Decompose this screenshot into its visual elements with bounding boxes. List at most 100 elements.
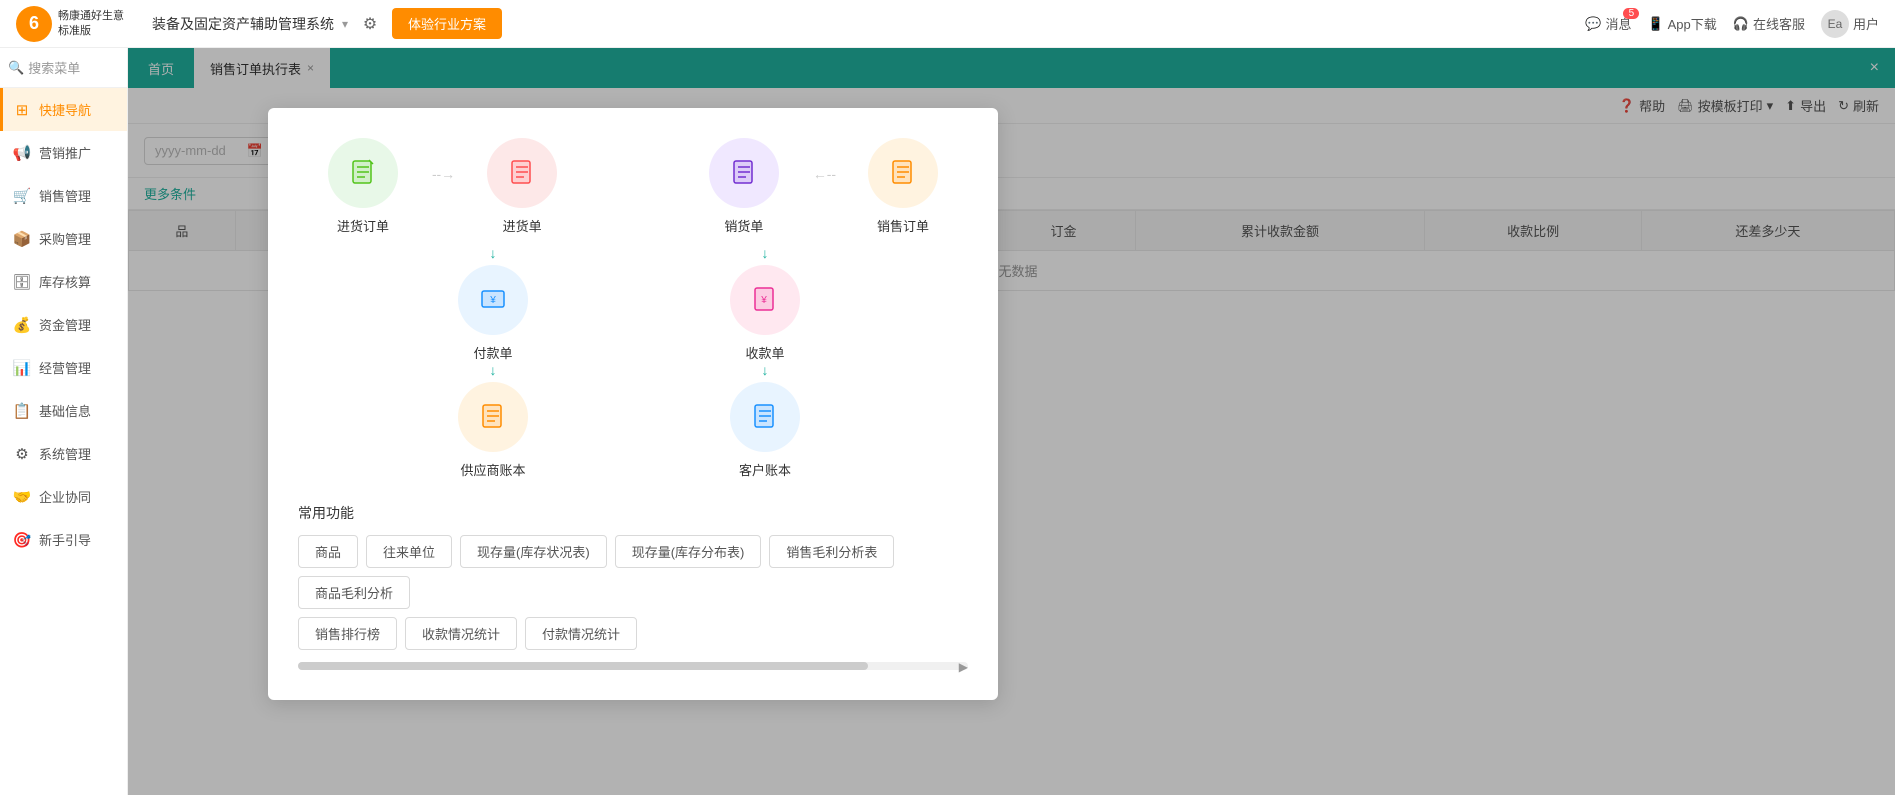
common-btns-row1: 商品 往来单位 现存量(库存状况表) 现存量(库存分布表) 销售毛利分析表 商品… xyxy=(298,535,968,609)
flow-row-3-outer: ↓ 供应商账本 ↓ xyxy=(298,362,968,479)
common-functions-section: 常用功能 商品 往来单位 现存量(库存状况表) 现存量(库存分布表) 销售毛利分… xyxy=(298,503,968,650)
message-item[interactable]: 💬 消息 5 xyxy=(1585,14,1631,33)
supplier-ledger-label: 供应商账本 xyxy=(460,460,525,479)
sidebar-item-system[interactable]: ⚙ 系统管理 xyxy=(0,432,127,475)
supplier-ledger-node[interactable]: 供应商账本 xyxy=(428,382,558,479)
svg-text:¥: ¥ xyxy=(489,295,496,306)
purchase-receipt-circle xyxy=(487,138,557,208)
flow-col-payment: ↓ ¥ 付款单 xyxy=(428,245,558,362)
sales-order-node[interactable]: 销售订单 xyxy=(838,138,968,235)
common-btn-sales-rank[interactable]: 销售排行榜 xyxy=(298,617,397,650)
user-item[interactable]: Ea 用户 xyxy=(1821,10,1879,38)
modal-scrollbar[interactable]: ▶ xyxy=(298,662,968,670)
operation-icon: 📊 xyxy=(13,359,31,377)
system-name: 装备及固定资产辅助管理系统 xyxy=(152,14,334,34)
sales-invoice-node[interactable]: 销货单 xyxy=(679,138,809,235)
sidebar-item-operation[interactable]: 📊 经营管理 xyxy=(0,346,127,389)
purchase-receipt-label: 进货单 xyxy=(503,216,542,235)
customer-ledger-label: 客户账本 xyxy=(739,460,791,479)
logo-area: 6 畅康通好生意 标准版 xyxy=(16,6,144,42)
common-btn-partner[interactable]: 往来单位 xyxy=(366,535,452,568)
newbie-icon: 🎯 xyxy=(13,531,31,549)
sidebar-item-purchase[interactable]: 📦 采购管理 xyxy=(0,217,127,260)
common-btn-receipt-stats[interactable]: 收款情况统计 xyxy=(405,617,517,650)
sidebar-item-quick-nav[interactable]: ⊞ 快捷导航 xyxy=(0,88,127,131)
common-btn-payment-stats[interactable]: 付款情况统计 xyxy=(525,617,637,650)
flow-section: 进货订单 - - → 进货单 xyxy=(298,138,968,479)
purchase-receipt-node[interactable]: 进货单 xyxy=(457,138,587,235)
sidebar-item-enterprise[interactable]: 🤝 企业协同 xyxy=(0,475,127,518)
flow-col-sales-invoice: 销货单 xyxy=(679,138,809,235)
enterprise-icon: 🤝 xyxy=(13,488,31,506)
common-functions-title: 常用功能 xyxy=(298,503,968,523)
quick-nav-modal: 进货订单 - - → 进货单 xyxy=(268,108,998,700)
flow-col-purchase-order: 进货订单 xyxy=(298,138,428,235)
app-download-item[interactable]: 📱 App下载 xyxy=(1647,14,1716,33)
basic-info-icon: 📋 xyxy=(13,402,31,420)
sidebar-search[interactable]: 🔍 搜索菜单 xyxy=(0,48,127,88)
customer-ledger-node[interactable]: 客户账本 xyxy=(700,382,830,479)
svg-text:¥: ¥ xyxy=(760,295,767,306)
top-bar: 6 畅康通好生意 标准版 装备及固定资产辅助管理系统 ▾ ⚙ 体验行业方案 💬 … xyxy=(0,0,1895,48)
system-arrow-icon[interactable]: ▾ xyxy=(342,17,348,31)
quick-nav-icon: ⊞ xyxy=(13,101,31,119)
flow-row-1: 进货订单 - - → 进货单 xyxy=(298,138,968,235)
logo-text: 畅康通好生意 标准版 xyxy=(58,9,124,38)
customer-ledger-circle xyxy=(730,382,800,452)
sidebar-item-basic-info[interactable]: 📋 基础信息 xyxy=(0,389,127,432)
flow-col-customer-ledger: ↓ 客户账本 xyxy=(700,362,830,479)
sidebar-item-inventory[interactable]: 🗄 库存核算 xyxy=(0,260,127,303)
sidebar: 🔍 搜索菜单 ⊞ 快捷导航 📢 营销推广 🛒 销售管理 📦 采购管理 xyxy=(0,48,128,795)
sales-invoice-label: 销货单 xyxy=(724,216,763,235)
scroll-right-icon[interactable]: ▶ xyxy=(959,660,968,674)
purchase-order-label: 进货订单 xyxy=(337,216,389,235)
content-area: 首页 销售订单执行表 × × ❓ 帮助 🖨 按模板打印 ▾ xyxy=(128,48,1895,795)
modal-overlay[interactable]: 进货订单 - - → 进货单 xyxy=(128,48,1895,795)
arrow-sales-order-to-invoice: ← - - xyxy=(813,166,834,182)
flow-col-purchase-receipt: 进货单 xyxy=(457,138,587,235)
sales-order-circle xyxy=(868,138,938,208)
top-bar-right: 💬 消息 5 📱 App下载 🎧 在线客服 Ea 用户 xyxy=(1585,10,1879,38)
flow-col-sales-order: 销售订单 xyxy=(838,138,968,235)
message-badge: 5 xyxy=(1623,8,1639,19)
experience-button[interactable]: 体验行业方案 xyxy=(392,8,502,39)
online-service-item[interactable]: 🎧 在线客服 xyxy=(1733,14,1805,33)
sidebar-item-finance[interactable]: 💰 资金管理 xyxy=(0,303,127,346)
scrollbar-thumb xyxy=(298,662,868,670)
receipt-slip-circle: ¥ xyxy=(730,265,800,335)
down-arrow-supplier: ↓ xyxy=(490,362,497,378)
receipt-slip-label: 收款单 xyxy=(745,343,784,362)
sales-icon: 🛒 xyxy=(13,187,31,205)
system-icon: ⚙ xyxy=(13,445,31,463)
payment-slip-circle: ¥ xyxy=(458,265,528,335)
sidebar-item-newbie[interactable]: 🎯 新手引导 xyxy=(0,518,127,561)
sidebar-item-sales[interactable]: 🛒 销售管理 xyxy=(0,174,127,217)
receipt-slip-node[interactable]: ¥ 收款单 xyxy=(700,265,830,362)
payment-slip-label: 付款单 xyxy=(473,343,512,362)
purchase-icon: 📦 xyxy=(13,230,31,248)
payment-slip-node[interactable]: ¥ 付款单 xyxy=(428,265,558,362)
purchase-order-node[interactable]: 进货订单 xyxy=(298,138,428,235)
common-btn-goods-gross[interactable]: 商品毛利分析 xyxy=(298,576,410,609)
common-btns-row2: 销售排行榜 收款情况统计 付款情况统计 xyxy=(298,617,968,650)
flow-col-supplier-ledger: ↓ 供应商账本 xyxy=(428,362,558,479)
sales-invoice-circle xyxy=(709,138,779,208)
supplier-ledger-circle xyxy=(458,382,528,452)
sidebar-item-marketing[interactable]: 📢 营销推广 xyxy=(0,131,127,174)
finance-icon: 💰 xyxy=(13,316,31,334)
common-btn-goods[interactable]: 商品 xyxy=(298,535,358,568)
arrow-purchase-to-receipt: - - → xyxy=(432,166,453,182)
app-download-icon: 📱 xyxy=(1647,16,1663,32)
flow-row-2-outer: ↓ ¥ 付款单 xyxy=(298,245,968,362)
common-btn-stock-status[interactable]: 现存量(库存状况表) xyxy=(460,535,607,568)
down-arrow-receipt: ↓ xyxy=(762,245,769,261)
common-btn-stock-dist[interactable]: 现存量(库存分布表) xyxy=(615,535,762,568)
avatar: Ea xyxy=(1821,10,1849,38)
inventory-icon: 🗄 xyxy=(13,273,31,291)
gear-icon[interactable]: ⚙ xyxy=(356,10,384,38)
main-area: 🔍 搜索菜单 ⊞ 快捷导航 📢 营销推广 🛒 销售管理 📦 采购管理 xyxy=(0,48,1895,795)
common-btn-sales-gross[interactable]: 销售毛利分析表 xyxy=(769,535,894,568)
headset-icon: 🎧 xyxy=(1733,16,1749,32)
down-arrow-customer: ↓ xyxy=(762,362,769,378)
sales-order-label: 销售订单 xyxy=(877,216,929,235)
